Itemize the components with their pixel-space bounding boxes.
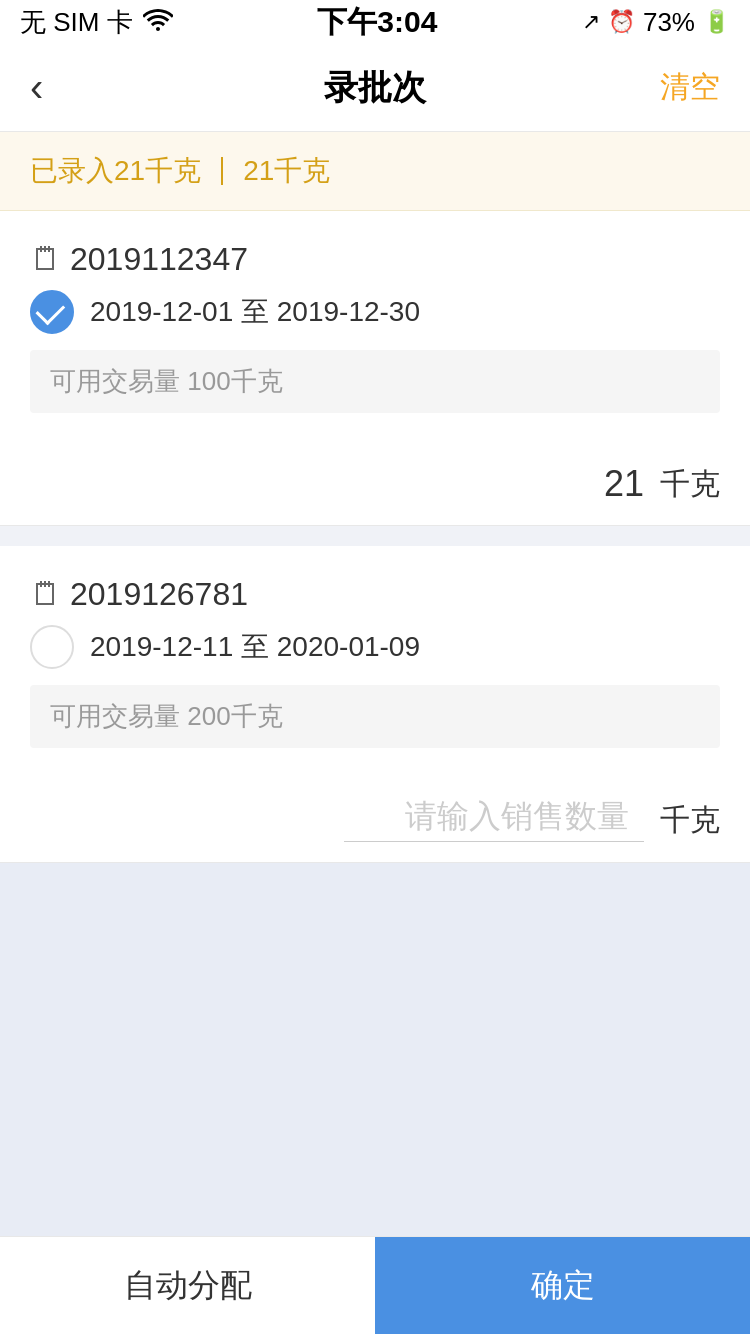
batch-date-row-2: 2019-12-11 至 2020-01-09 — [30, 625, 720, 669]
status-right: ↗ ⏰ 73% 🔋 — [582, 7, 730, 38]
info-banner: 已录入21千克 21千克 — [0, 132, 750, 211]
batch-quantity-row-1: 21 千克 — [0, 453, 750, 526]
batch-doc-icon-2: 🗒 — [30, 576, 62, 613]
battery-text: 73% — [643, 7, 695, 38]
confirm-button[interactable]: 确定 — [375, 1237, 750, 1334]
batch-checkbox-2[interactable] — [30, 625, 74, 669]
batch-available-1: 可用交易量 100千克 — [30, 350, 720, 413]
batch-item-2: 🗒 2019126781 2019-12-11 至 2020-01-09 可用交… — [0, 546, 750, 788]
batch-unit-2: 千克 — [660, 800, 720, 841]
batch-header-2: 🗒 2019126781 — [30, 576, 720, 613]
batch-quantity-row-2: 千克 — [0, 788, 750, 863]
status-left: 无 SIM 卡 — [20, 5, 173, 40]
nav-bar: ‹ 录批次 清空 — [0, 44, 750, 132]
batch-item-1: 🗒 2019112347 2019-12-01 至 2019-12-30 可用交… — [0, 211, 750, 453]
section-divider-1 — [0, 526, 750, 546]
batch-card-1: 🗒 2019112347 2019-12-01 至 2019-12-30 可用交… — [0, 211, 750, 526]
batch-checkbox-1[interactable] — [30, 290, 74, 334]
wifi-icon — [143, 7, 173, 38]
batch-quantity-value-1: 21 — [604, 463, 644, 505]
batch-date-row-1: 2019-12-01 至 2019-12-30 — [30, 290, 720, 334]
batch-id-1: 2019112347 — [70, 241, 248, 278]
banner-divider — [221, 157, 223, 185]
batch-available-2: 可用交易量 200千克 — [30, 685, 720, 748]
batch-quantity-unit-1: 千克 — [660, 464, 720, 505]
batch-quantity-input-2[interactable] — [344, 798, 644, 842]
page-title: 录批次 — [324, 65, 426, 111]
battery-icon: 🔋 — [703, 9, 730, 35]
batch-date-1: 2019-12-01 至 2019-12-30 — [90, 293, 420, 331]
location-icon: ↗ — [582, 9, 600, 35]
empty-area — [0, 863, 750, 1263]
auto-distribute-button[interactable]: 自动分配 — [0, 1237, 375, 1334]
clear-button[interactable]: 清空 — [660, 67, 720, 108]
status-time: 下午3:04 — [317, 2, 437, 43]
total-amount: 21千克 — [243, 152, 330, 190]
bottom-bar: 自动分配 确定 — [0, 1236, 750, 1334]
back-button[interactable]: ‹ — [30, 65, 90, 110]
recorded-amount: 已录入21千克 — [30, 152, 201, 190]
no-sim-text: 无 SIM 卡 — [20, 5, 133, 40]
batch-id-2: 2019126781 — [70, 576, 248, 613]
batch-card-2: 🗒 2019126781 2019-12-11 至 2020-01-09 可用交… — [0, 546, 750, 863]
batch-doc-icon-1: 🗒 — [30, 241, 62, 278]
batch-header-1: 🗒 2019112347 — [30, 241, 720, 278]
alarm-icon: ⏰ — [608, 9, 635, 35]
batch-date-2: 2019-12-11 至 2020-01-09 — [90, 628, 420, 666]
status-bar: 无 SIM 卡 下午3:04 ↗ ⏰ 73% 🔋 — [0, 0, 750, 44]
